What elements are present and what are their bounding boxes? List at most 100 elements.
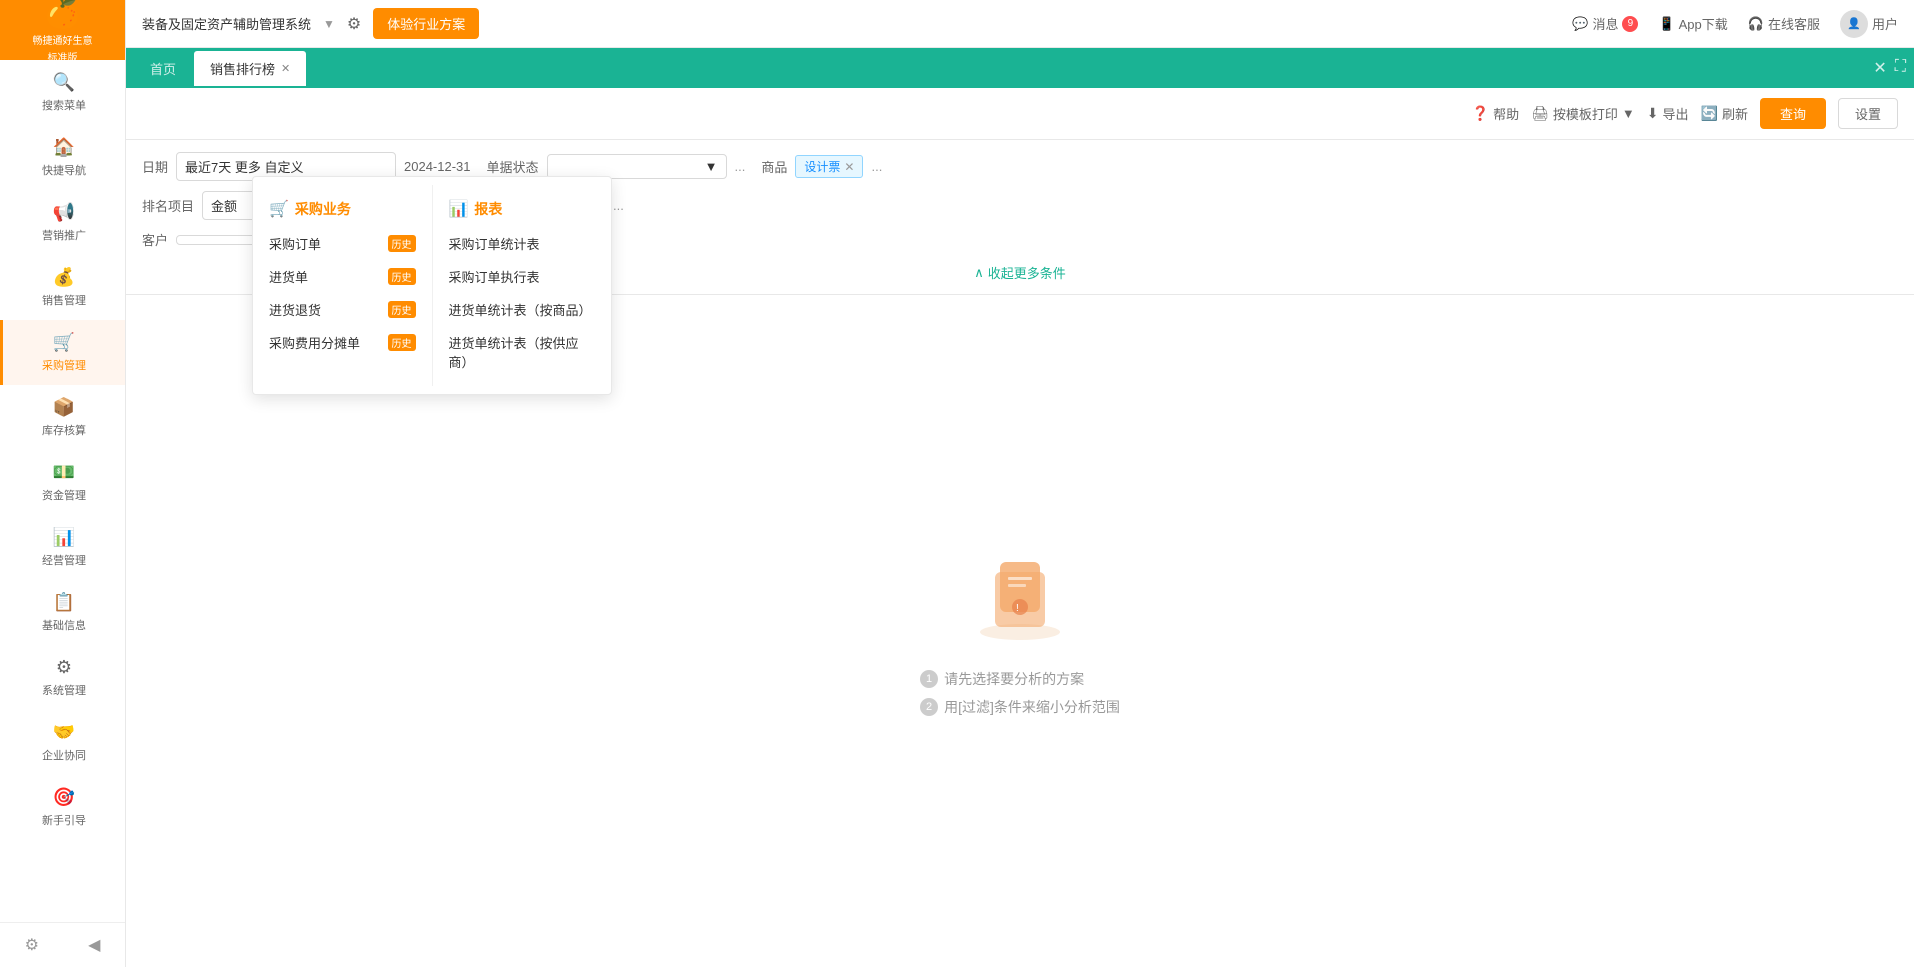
history-badge-4: 历史 — [388, 334, 416, 351]
industry-btn[interactable]: 体验行业方案 — [373, 8, 479, 39]
empty-text: 1 请先选择要分析的方案 2 用[过滤]条件来缩小分析范围 — [920, 665, 1120, 721]
history-badge-3: 历史 — [388, 301, 416, 318]
rank-label: 排名项目 — [142, 196, 194, 215]
print-icon: 🖨 — [1531, 105, 1549, 122]
inventory-label: 库存核算 — [42, 422, 86, 438]
tab-sales-rank-label: 销售排行榜 — [210, 59, 275, 78]
online-service-btn[interactable]: 🎧 在线客服 — [1748, 14, 1820, 33]
goods-tag: 设计票 ✕ — [795, 155, 863, 178]
sidebar-item-search[interactable]: 🔍 搜索菜单 — [0, 60, 125, 125]
step-1-num: 1 — [920, 670, 938, 688]
page-toolbar: ❓ 帮助 🖨 按模板打印 ▼ ⬇ 导出 🔄 刷新 — [126, 88, 1914, 140]
sidebar-item-quick-nav[interactable]: 🏠 快捷导航 — [0, 125, 125, 190]
sidebar-item-inventory[interactable]: 📦 库存核算 — [0, 385, 125, 450]
set-btn[interactable]: 设置 — [1838, 98, 1898, 129]
dropdown-item-purchase-order[interactable]: 采购订单 历史 — [253, 227, 432, 260]
app-download-label: App下载 — [1679, 14, 1728, 33]
dropdown-item-purchase-expense[interactable]: 采购费用分摊单 历史 — [253, 326, 432, 359]
goods-tag-close-icon[interactable]: ✕ — [844, 160, 854, 174]
finance-icon: 💵 — [53, 462, 75, 483]
dropdown-item-order-execute[interactable]: 采购订单执行表 — [433, 260, 612, 293]
purchase-section: 🛒 采购业务 采购订单 历史 进货单 历史 进货退货 历史 — [253, 185, 433, 386]
purchase-section-title: 采购业务 — [295, 199, 351, 219]
enterprise-label: 企业协同 — [42, 747, 86, 763]
app-download-btn[interactable]: 📱 App下载 — [1658, 14, 1727, 33]
user-label: 用户 — [1872, 14, 1898, 33]
logo-icon: 🍊 — [45, 0, 80, 30]
date-range-end: 2024-12-31 — [404, 159, 471, 174]
headset-icon: 🎧 — [1748, 16, 1764, 32]
help-icon: ❓ — [1472, 105, 1489, 122]
system-title: 装备及固定资产辅助管理系统 — [142, 14, 311, 33]
dropdown-item-stock-stats-by-supplier-label: 进货单统计表（按供应商） — [449, 333, 596, 371]
report-section-title: 报表 — [474, 199, 502, 219]
refresh-btn[interactable]: 🔄 刷新 — [1701, 104, 1748, 123]
sidebar-item-finance[interactable]: 💵 资金管理 — [0, 450, 125, 515]
goods-tag-text: 设计票 — [804, 158, 840, 175]
print-chevron-icon[interactable]: ▼ — [1622, 106, 1635, 121]
collapse-sidebar-btn[interactable]: ◀ — [88, 935, 100, 955]
collapse-up-icon: ∧ — [974, 265, 984, 281]
basic-info-label: 基础信息 — [42, 617, 86, 633]
search-label: 搜索菜单 — [42, 97, 86, 113]
sales-icon: 💰 — [53, 267, 75, 288]
refresh-icon: 🔄 — [1701, 105, 1718, 122]
tab-close-all-icon[interactable]: ✕ — [1873, 58, 1886, 78]
sidebar-item-basic-info[interactable]: 📋 基础信息 — [0, 580, 125, 645]
history-badge-1: 历史 — [388, 235, 416, 252]
help-btn[interactable]: ❓ 帮助 — [1472, 104, 1519, 123]
refresh-label: 刷新 — [1722, 104, 1748, 123]
sidebar-footer: ⚙ ◀ — [0, 922, 125, 967]
sidebar-item-enterprise[interactable]: 🤝 企业协同 — [0, 710, 125, 775]
query-btn[interactable]: 查询 — [1760, 98, 1826, 129]
sidebar-item-operation[interactable]: 📊 经营管理 — [0, 515, 125, 580]
date-label: 日期 — [142, 157, 168, 176]
status-more: ... — [735, 159, 746, 174]
tab-sales-rank[interactable]: 销售排行榜 ✕ — [194, 51, 306, 86]
dropdown-item-stock-stats-by-goods[interactable]: 进货单统计表（按商品） — [433, 293, 612, 326]
sales-label: 销售管理 — [42, 292, 86, 308]
operation-icon: 📊 — [53, 527, 75, 548]
system-label: 系统管理 — [42, 682, 86, 698]
online-service-label: 在线客服 — [1768, 14, 1820, 33]
print-btn[interactable]: 🖨 按模板打印 ▼ — [1531, 104, 1635, 123]
avatar: 👤 — [1840, 10, 1868, 38]
dropdown-item-order-stats[interactable]: 采购订单统计表 — [433, 227, 612, 260]
empty-step-2: 2 用[过滤]条件来缩小分析范围 — [920, 693, 1120, 721]
basic-info-icon: 📋 — [53, 592, 75, 613]
tab-home[interactable]: 首页 — [134, 51, 192, 86]
settings-icon[interactable]: ⚙ — [347, 14, 361, 34]
marketing-icon: 📢 — [53, 202, 75, 223]
sidebar-nav: 🔍 搜索菜单 🏠 快捷导航 📢 营销推广 💰 销售管理 🛒 采购管理 📦 库存核… — [0, 60, 125, 922]
search-icon: 🔍 — [53, 72, 75, 93]
sidebar-item-newcomer[interactable]: 🎯 新手引导 — [0, 775, 125, 840]
system-title-chevron[interactable]: ▼ — [323, 17, 335, 31]
report-section-header: 📊 报表 — [433, 193, 612, 227]
sidebar-item-purchase[interactable]: 🛒 采购管理 — [0, 320, 125, 385]
export-btn[interactable]: ⬇ 导出 — [1647, 104, 1689, 123]
collapse-btn[interactable]: ∧ 收起更多条件 — [974, 263, 1066, 282]
user-menu-btn[interactable]: 👤 用户 — [1840, 10, 1898, 38]
system-icon: ⚙ — [56, 657, 72, 678]
dropdown-item-stock-stats-by-supplier[interactable]: 进货单统计表（按供应商） — [433, 326, 612, 378]
sidebar-item-marketing[interactable]: 📢 营销推广 — [0, 190, 125, 255]
purchase-section-icon: 🛒 — [269, 199, 289, 219]
goods-more: ... — [871, 159, 882, 174]
dropdown-item-stock-return[interactable]: 进货退货 历史 — [253, 293, 432, 326]
message-btn[interactable]: 💬 消息 9 — [1572, 14, 1638, 33]
dropdown-item-purchase-expense-label: 采购费用分摊单 — [269, 333, 360, 352]
sidebar-item-sales[interactable]: 💰 销售管理 — [0, 255, 125, 320]
tab-expand-icon[interactable]: ⛶ — [1895, 58, 1906, 78]
operation-label: 经营管理 — [42, 552, 86, 568]
enterprise-icon: 🤝 — [53, 722, 75, 743]
settings-footer-btn[interactable]: ⚙ — [25, 935, 39, 955]
tab-close-icon[interactable]: ✕ — [281, 62, 290, 75]
empty-illustration: ! — [960, 542, 1080, 642]
dropdown-item-stock-in[interactable]: 进货单 历史 — [253, 260, 432, 293]
purchase-section-header: 🛒 采购业务 — [253, 193, 432, 227]
newcomer-icon: 🎯 — [53, 787, 75, 808]
dropdown-item-order-execute-label: 采购订单执行表 — [449, 267, 540, 286]
history-badge-2: 历史 — [388, 268, 416, 285]
main-content: 装备及固定资产辅助管理系统 ▼ ⚙ 体验行业方案 💬 消息 9 📱 App下载 … — [126, 0, 1914, 967]
sidebar-item-system[interactable]: ⚙ 系统管理 — [0, 645, 125, 710]
